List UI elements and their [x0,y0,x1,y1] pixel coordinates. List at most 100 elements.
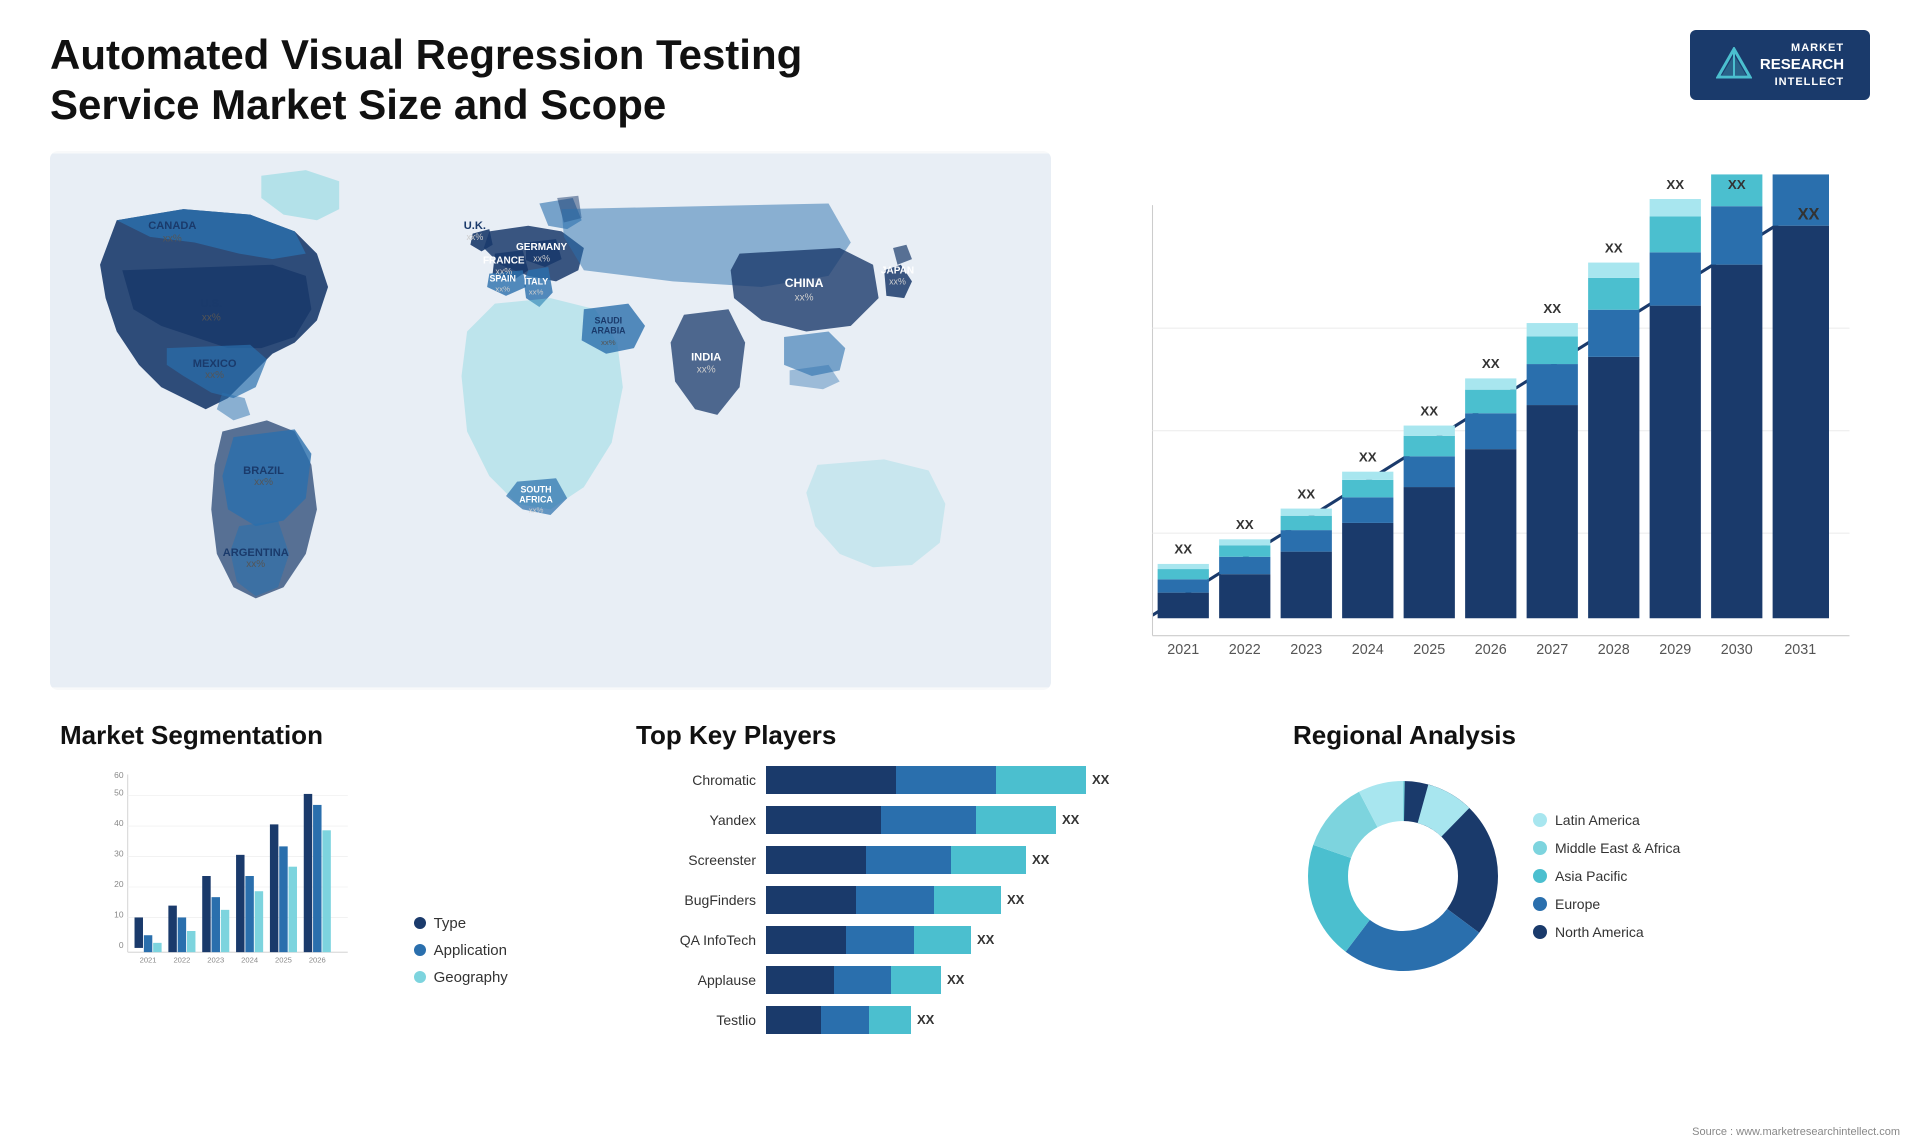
player-name: Testlio [636,1012,756,1028]
svg-text:XX: XX [1359,449,1377,464]
label-mea: Middle East & Africa [1555,840,1680,856]
dot-latin-america [1533,813,1547,827]
svg-text:2025: 2025 [1413,642,1445,658]
donut-chart [1293,766,1513,986]
svg-text:xx%: xx% [601,338,616,347]
legend-application: Application [414,942,586,959]
player-name: Chromatic [636,772,756,788]
svg-text:U.S.: U.S. [200,298,222,310]
player-bar-container: XX [766,926,1233,954]
segmentation-section: Market Segmentation 0 10 20 30 40 [50,710,596,1117]
world-map-svg: CANADA xx% U.S. xx% MEXICO xx% BRAZIL xx… [50,151,1051,690]
svg-text:2029: 2029 [1659,642,1691,658]
legend-type: Type [414,915,586,932]
svg-text:GERMANY: GERMANY [516,242,567,253]
svg-text:CANADA: CANADA [148,220,196,232]
svg-text:ITALY: ITALY [524,277,548,287]
player-name: QA InfoTech [636,932,756,948]
legend-label-geography: Geography [434,969,508,986]
svg-text:xx%: xx% [529,506,544,515]
svg-text:SAUDI: SAUDI [595,315,623,325]
svg-text:40: 40 [114,818,124,828]
player-bar [766,806,1056,834]
svg-text:xx%: xx% [254,477,273,488]
svg-text:2024: 2024 [241,955,259,964]
source-citation: Source : www.marketresearchintellect.com [1692,1126,1900,1138]
player-name: Screenster [636,852,756,868]
segmentation-legend: Type Application Geography [404,915,586,986]
svg-text:2022: 2022 [173,955,190,964]
regional-legend: Latin America Middle East & Africa Asia … [1533,812,1680,940]
segmentation-chart-area: 0 10 20 30 40 50 60 [60,766,586,986]
svg-text:2025: 2025 [275,955,292,964]
svg-text:xx%: xx% [495,284,510,293]
svg-text:JAPAN: JAPAN [881,265,914,276]
legend-dot-geography [414,971,426,983]
player-value: XX [1062,812,1079,827]
svg-text:MEXICO: MEXICO [193,358,237,370]
svg-text:XX: XX [1174,541,1192,556]
svg-text:xx%: xx% [529,288,544,297]
svg-text:2028: 2028 [1598,642,1630,658]
page-title: Automated Visual Regression Testing Serv… [50,30,950,131]
legend-dot-type [414,917,426,929]
donut-area: Latin America Middle East & Africa Asia … [1293,766,1890,986]
svg-text:2027: 2027 [1536,642,1568,658]
svg-text:ARGENTINA: ARGENTINA [223,547,289,559]
svg-text:FRANCE: FRANCE [483,255,525,266]
label-north-america: North America [1555,924,1644,940]
key-players-section: Top Key Players Chromatic XX [616,710,1253,1117]
key-players-title: Top Key Players [636,720,1233,751]
svg-text:2023: 2023 [207,955,224,964]
player-bar-container: XX [766,766,1233,794]
svg-text:U.K.: U.K. [464,220,486,232]
world-map-section: CANADA xx% U.S. xx% MEXICO xx% BRAZIL xx… [50,151,1051,690]
svg-text:ARABIA: ARABIA [591,325,626,335]
svg-text:xx%: xx% [163,233,182,244]
svg-text:2023: 2023 [1290,642,1322,658]
svg-text:xx%: xx% [202,312,221,323]
legend-geography: Geography [414,969,586,986]
legend-dot-application [414,944,426,956]
svg-text:BRAZIL: BRAZIL [243,465,284,477]
bar-chart-section: XX 2021 XX 2022 XX 2023 [1071,151,1890,690]
player-bar-container: XX [766,806,1233,834]
regional-title: Regional Analysis [1293,720,1890,751]
segmentation-title: Market Segmentation [60,720,586,751]
legend-asia-pacific: Asia Pacific [1533,868,1680,884]
top-row: CANADA xx% U.S. xx% MEXICO xx% BRAZIL xx… [50,151,1870,690]
logo-area: MARKET RESEARCH INTELLECT [1690,30,1870,100]
player-value: XX [977,932,994,947]
svg-text:10: 10 [114,909,124,919]
player-bar [766,766,1086,794]
svg-text:2024: 2024 [1352,642,1384,658]
player-value: XX [1032,852,1049,867]
svg-text:XX: XX [1728,177,1746,192]
svg-text:2031: 2031 [1784,642,1816,658]
player-value: XX [917,1012,934,1027]
dot-mea [1533,841,1547,855]
player-bar-container: XX [766,846,1233,874]
svg-text:XX: XX [1666,177,1684,192]
dot-europe [1533,897,1547,911]
dot-north-america [1533,925,1547,939]
player-bar-container: XX [766,886,1233,914]
svg-text:50: 50 [114,787,124,797]
svg-text:XX: XX [1798,205,1820,223]
svg-text:xx%: xx% [697,364,716,375]
legend-north-america: North America [1533,924,1680,940]
player-name: Applause [636,972,756,988]
player-bar [766,926,971,954]
label-asia-pacific: Asia Pacific [1555,868,1627,884]
segmentation-svg: 0 10 20 30 40 50 60 [60,766,399,986]
legend-mea: Middle East & Africa [1533,840,1680,856]
svg-text:XX: XX [1605,240,1623,255]
svg-text:SOUTH: SOUTH [521,485,552,495]
player-row: QA InfoTech XX [636,926,1233,954]
player-name: Yandex [636,812,756,828]
svg-text:XX: XX [1236,517,1254,532]
svg-text:XX: XX [1543,301,1561,316]
player-name: BugFinders [636,892,756,908]
player-row: Testlio XX [636,1006,1233,1034]
player-bar [766,886,1001,914]
